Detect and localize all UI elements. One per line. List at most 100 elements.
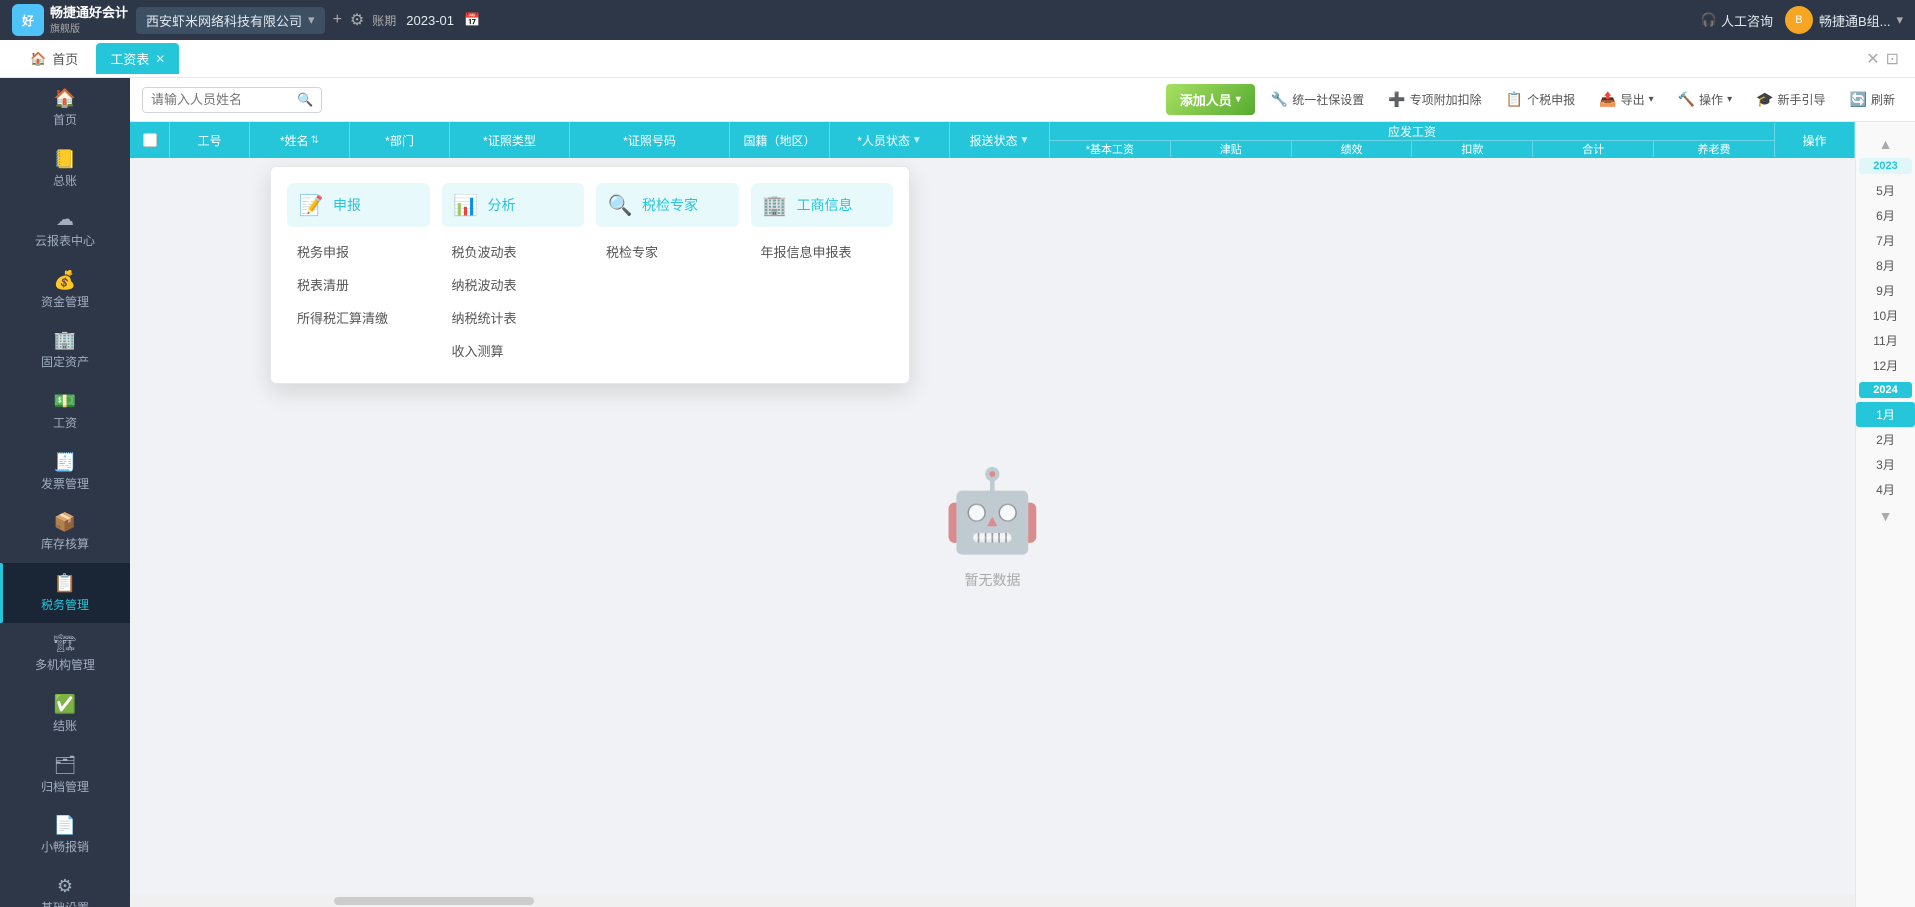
calendar-next-icon[interactable]: ▼ [1873,506,1899,526]
cal-month-6[interactable]: 6月 [1856,203,1915,228]
settings-icon[interactable]: ⚙ [350,10,364,30]
service-button[interactable]: 🎧 人工咨询 [1701,11,1773,30]
scroll-thumb[interactable] [334,897,534,905]
sidebar-item-funds[interactable]: 💰 资金管理 [0,260,130,321]
cal-month-9[interactable]: 9月 [1856,278,1915,303]
export-icon: 📤 [1599,91,1616,108]
sidebar-item-label: 资金管理 [41,295,89,311]
dropdown-item-income-tax-settlement[interactable]: 所得税汇算清缴 [287,301,430,334]
period-label: 账期 [372,12,396,29]
window-close-icon[interactable]: ✕ [1866,49,1879,69]
period-area: 账期 2023-01 📅 [372,12,480,29]
th-allowance: 津贴 [1171,141,1292,157]
tax-filing-label: 个税申报 [1527,91,1575,108]
sidebar-item-home[interactable]: 🏠 首页 [0,78,130,139]
th-cert-no-label: *证照号码 [623,132,676,149]
add-person-button[interactable]: 添加人员 ▾ [1166,84,1255,115]
tab-home[interactable]: 🏠 首页 [16,43,92,74]
toolbar-social-security[interactable]: 🔧 统一社保设置 [1263,87,1372,112]
sidebar-item-assets[interactable]: 🏢 固定资产 [0,320,130,381]
sidebar-item-multiorg[interactable]: 🏗 多机构管理 [0,623,130,684]
calendar-down-nav: ▼ [1856,502,1915,530]
scroll-bar[interactable] [130,895,1855,907]
cal-month-8[interactable]: 8月 [1856,253,1915,278]
sidebar-item-archive[interactable]: 🗂 归档管理 [0,745,130,806]
dropdown-item-tax-filing[interactable]: 税务申报 [287,235,430,268]
dropdown-item-annual-report[interactable]: 年报信息申报表 [751,235,894,268]
dropdown-item-tax-fluctuation[interactable]: 纳税波动表 [442,268,585,301]
toolbar-export[interactable]: 📤 导出 ▾ [1591,87,1661,112]
filter-icon-report[interactable]: ▼ [1020,135,1030,146]
analysis-icon: 📊 [452,191,480,219]
window-maximize-icon[interactable]: ⊡ [1886,49,1899,69]
sidebar-item-close-account[interactable]: ✅ 结账 [0,684,130,745]
dropdown-item-tax-list[interactable]: 税表清册 [287,268,430,301]
th-check [130,122,170,158]
cal-month-4[interactable]: 4月 [1856,477,1915,502]
sidebar-item-label: 云报表中心 [35,234,95,250]
sidebar: 🏠 首页 📒 总账 ☁ 云报表中心 💰 资金管理 🏢 固定资产 💵 工资 🧾 发… [0,78,130,907]
toolbar-operations[interactable]: 🔨 操作 ▾ [1670,87,1740,112]
app-version: 旗舰版 [50,20,128,35]
cal-month-10[interactable]: 10月 [1856,303,1915,328]
cal-month-12[interactable]: 12月 [1856,353,1915,378]
th-dept-label: *部门 [385,132,414,149]
dropdown-col-header-expert: 🔍 税检专家 [596,183,739,227]
close-icon[interactable]: ✕ [155,52,165,66]
toolbar-tax-filing[interactable]: 📋 个税申报 [1498,87,1583,112]
toolbar-guide[interactable]: 🎓 新手引导 [1748,87,1833,112]
tab-salary[interactable]: 工资表 ✕ [96,43,179,74]
toolbar-refresh[interactable]: 🔄 刷新 [1842,87,1903,112]
sidebar-item-salary[interactable]: 💵 工资 [0,381,130,442]
logo-area: 好 畅捷通好会计 旗舰版 [12,4,128,36]
dropdown-item-tax-stats[interactable]: 纳税统计表 [442,301,585,334]
calendar-prev-icon[interactable]: ▲ [1873,134,1899,154]
toolbar: 🔍 添加人员 ▾ 🔧 统一社保设置 ➕ 专项附加扣除 📋 个税申报 📤 导出 [130,78,1915,122]
analysis-title: 分析 [488,195,516,215]
cal-month-3[interactable]: 3月 [1856,452,1915,477]
sidebar-item-tax[interactable]: 📋 税务管理 [0,563,130,624]
calendar-icon[interactable]: 📅 [464,12,480,28]
cal-month-11[interactable]: 11月 [1856,328,1915,353]
ledger-icon: 📒 [54,149,76,170]
cal-month-2[interactable]: 2月 [1856,427,1915,452]
th-wage-group-title: 应发工资 [1050,123,1774,141]
dropdown-item-expert[interactable]: 税检专家 [596,235,739,268]
toolbar-special-deduction[interactable]: ➕ 专项附加扣除 [1380,87,1489,112]
deduction-icon: ➕ [1388,91,1405,108]
th-id: 工号 [170,122,250,158]
main-content: 🔍 添加人员 ▾ 🔧 统一社保设置 ➕ 专项附加扣除 📋 个税申报 📤 导出 [130,78,1915,907]
th-pension: 养老费 [1654,141,1774,157]
th-nation: 国籍（地区） [730,122,830,158]
select-all-checkbox[interactable] [143,133,157,147]
cal-month-1-active[interactable]: 1月 [1856,402,1915,427]
sidebar-item-inventory[interactable]: 📦 库存核算 [0,502,130,563]
company-selector[interactable]: 西安虾米网络科技有限公司 ▾ [136,7,325,34]
filter-icon-status[interactable]: ▼ [912,135,922,146]
expense-icon: 📄 [54,815,76,836]
tax-icon: 📋 [54,573,76,594]
th-report-status: 报送状态 ▼ [950,122,1050,158]
cal-month-7[interactable]: 7月 [1856,228,1915,253]
sidebar-item-settings[interactable]: ⚙ 基础设置 [0,866,130,907]
sidebar-item-label: 总账 [53,174,77,190]
user-area[interactable]: B 畅捷通B组... ▾ [1785,6,1903,34]
logo-icon: 好 [12,4,44,36]
add-company-icon[interactable]: + [333,11,342,29]
search-input[interactable] [151,92,291,107]
th-performance: 绩效 [1292,141,1413,157]
sidebar-item-label: 结账 [53,719,77,735]
sidebar-item-ledger[interactable]: 📒 总账 [0,139,130,200]
cal-month-5[interactable]: 5月 [1856,178,1915,203]
logo-text-area: 畅捷通好会计 旗舰版 [50,5,128,36]
tab-bar: 🏠 首页 工资表 ✕ ✕ ⊡ [0,40,1915,78]
sort-icon[interactable]: ⇅ [311,135,319,146]
sidebar-item-cloud[interactable]: ☁ 云报表中心 [0,199,130,260]
sidebar-item-expense[interactable]: 📄 小畅报销 [0,805,130,866]
sidebar-item-invoice[interactable]: 🧾 发票管理 [0,442,130,503]
dropdown-item-tax-burden[interactable]: 税负波动表 [442,235,585,268]
th-ops: 操作 [1775,122,1855,158]
shenBao-icon: 📝 [297,191,325,219]
dropdown-item-income-estimate[interactable]: 收入测算 [442,334,585,367]
inner-content: 工号 *姓名 ⇅ *部门 *证照类型 *证照号码 [130,122,1915,907]
